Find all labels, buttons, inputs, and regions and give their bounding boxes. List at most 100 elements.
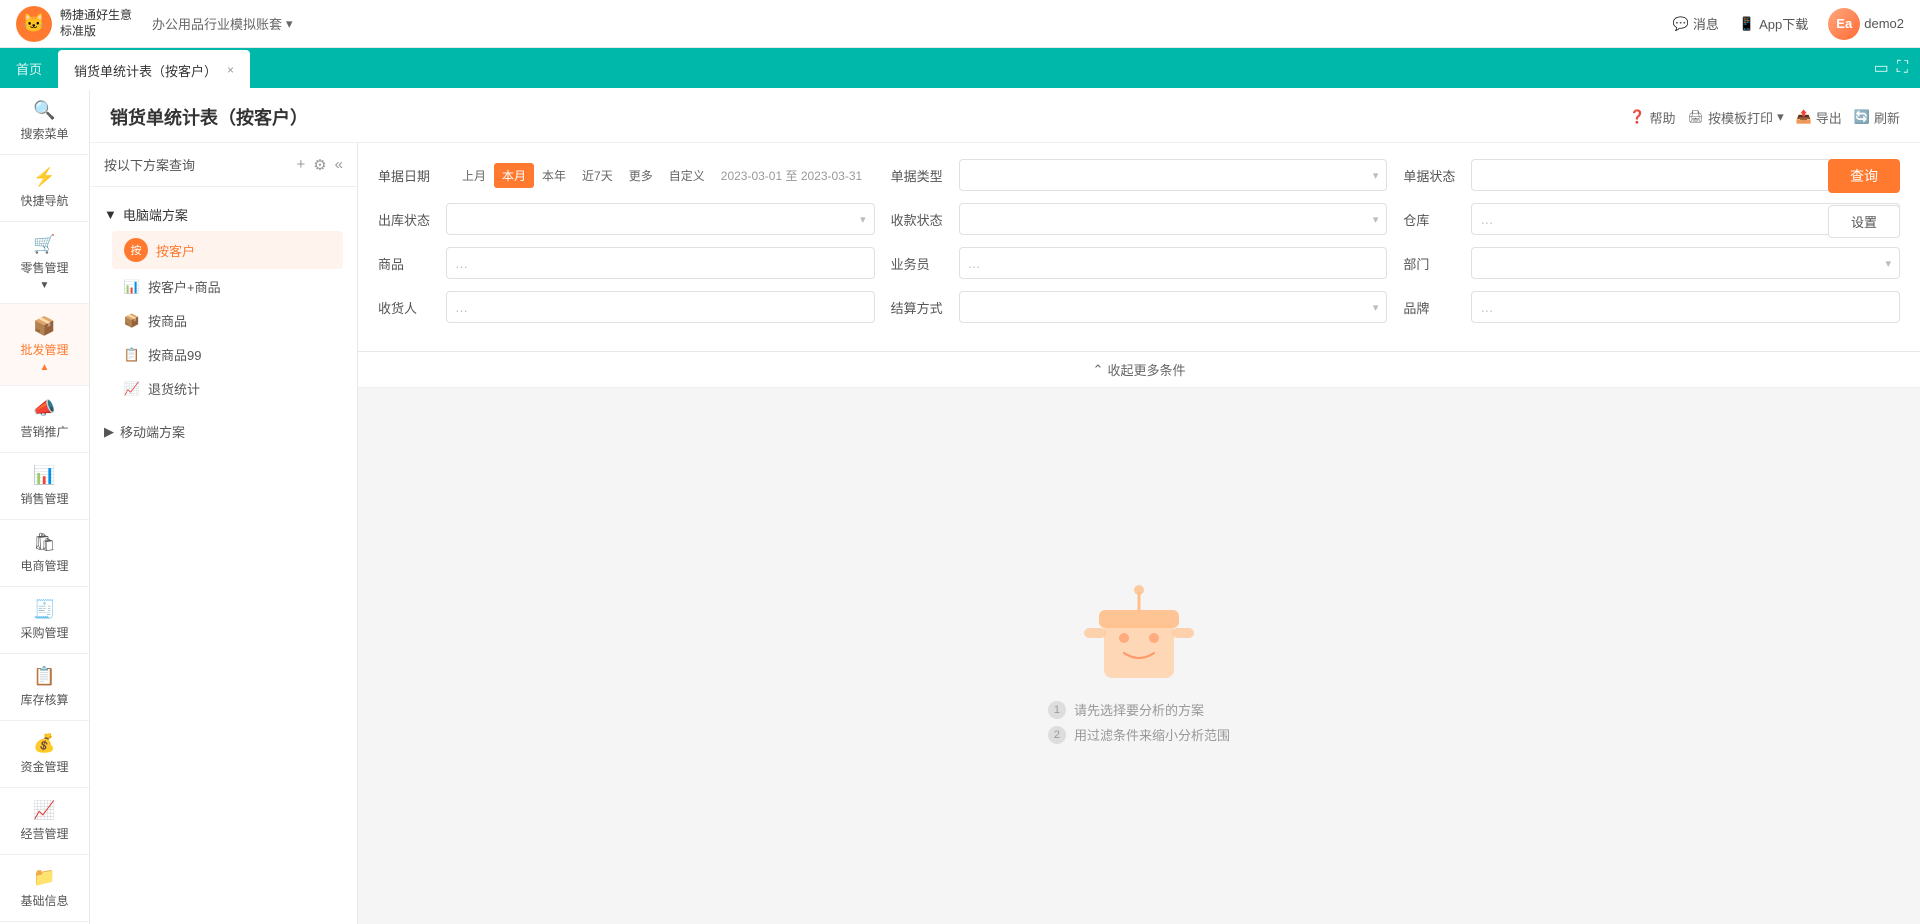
staff-select[interactable]: … [959, 247, 1388, 279]
tab-active[interactable]: 销货单统计表（按客户） × [58, 50, 250, 90]
sidebar-item-search[interactable]: 🔍 搜索菜单 [0, 88, 89, 155]
sidebar-item-operations[interactable]: 📈 经营管理 [0, 788, 89, 855]
logo-brand: 畅捷通好生意 [60, 8, 132, 24]
app-download-link[interactable]: 📱 App下载 [1739, 14, 1808, 33]
desktop-group-label: 电脑端方案 [123, 205, 188, 224]
sidebar-item-finance[interactable]: 💰 资金管理 [0, 721, 89, 788]
add-scheme-icon[interactable]: + [296, 156, 305, 173]
brand-select[interactable]: … [1471, 291, 1900, 323]
filter-header-left: 按以下方案查询 [104, 155, 195, 174]
query-button[interactable]: 查询 [1828, 159, 1900, 193]
settings-button[interactable]: 设置 [1828, 205, 1900, 238]
fullscreen-icon[interactable]: ⛶ [1897, 59, 1908, 77]
collapse-label: 收起更多条件 [1107, 360, 1185, 379]
logo-text: 畅捷通好生意 标准版 [60, 8, 132, 39]
collapse-bar[interactable]: ⌃ 收起更多条件 [358, 352, 1920, 388]
out-select[interactable]: ▾ [446, 203, 875, 235]
tab-close-icon[interactable]: × [227, 63, 234, 77]
collection-select[interactable]: ▾ [959, 203, 1388, 235]
type-select[interactable]: ▾ [959, 159, 1388, 191]
help-btn[interactable]: ❓ 帮助 [1629, 108, 1675, 127]
goods-select[interactable]: … [446, 247, 875, 279]
filter-section-desktop: ▼ 电脑端方案 按 按客户 📊 [90, 187, 357, 461]
sidebar-label-ecommerce: 电商管理 [20, 557, 68, 574]
quicknav-icon: ⚡ [33, 167, 55, 188]
mobile-group-arrow-icon: ▶ [104, 424, 114, 440]
minimize-icon[interactable]: ▭ [1874, 58, 1889, 78]
filter-item-return-stats[interactable]: 📈 退货统计 [112, 372, 343, 405]
receiver-select[interactable]: … [446, 291, 875, 323]
date-tab-last-month[interactable]: 上月 [454, 163, 494, 188]
form-field-status: 单据状态 ▾ [1403, 159, 1900, 191]
by-goods-icon: 📦 [124, 313, 140, 329]
topbar: 🐱 畅捷通好生意 标准版 办公用品行业模拟账套 ▾ 💬 消息 📱 App下载 E… [0, 0, 1920, 48]
scheme-settings-icon[interactable]: ⚙ [313, 156, 326, 174]
user-area[interactable]: Ea demo2 [1828, 8, 1904, 40]
help-label: 帮助 [1650, 108, 1676, 127]
mobile-group-title[interactable]: ▶ 移动端方案 [104, 416, 343, 447]
date-tab-more[interactable]: 更多 [621, 163, 661, 188]
logo-icon: 🐱 [16, 6, 52, 42]
tab-home[interactable]: 首页 [0, 48, 58, 88]
receiver-placeholder: … [455, 300, 468, 315]
filter-item-by-customer-goods[interactable]: 📊 按客户+商品 [112, 270, 343, 303]
logo-edition: 标准版 [60, 24, 132, 40]
form-field-warehouse: 仓库 … [1403, 203, 1900, 235]
date-label: 单据日期 [378, 166, 446, 185]
collapse-panel-icon[interactable]: « [335, 156, 343, 173]
dept-select[interactable]: ▾ [1471, 247, 1900, 279]
sidebar-item-marketing[interactable]: 📣 营销推广 [0, 386, 89, 453]
operations-icon: 📈 [33, 800, 55, 821]
download-icon: 📱 [1739, 16, 1755, 32]
refresh-btn[interactable]: 🔄 刷新 [1854, 108, 1900, 127]
sidebar-item-quicknav[interactable]: ⚡ 快捷导航 [0, 155, 89, 222]
chevron-down-icon: ▾ [286, 16, 293, 32]
date-tab-this-month[interactable]: 本月 [494, 163, 534, 188]
sidebar-item-ecommerce[interactable]: 🛍 电商管理 [0, 520, 89, 587]
sidebar-item-wholesale[interactable]: 📦 批发管理 ▲ [0, 304, 89, 386]
dept-chevron-icon: ▾ [1885, 257, 1891, 270]
filter-item-by-customer-label: 按客户 [156, 241, 195, 260]
type-chevron-icon: ▾ [1373, 169, 1379, 182]
page-header: 销货单统计表（按客户） ❓ 帮助 🖨 按模板打印 ▾ 📤 导出 🔄 刷新 [90, 88, 1920, 143]
sidebar-item-retail[interactable]: 🛒 零售管理 ▼ [0, 222, 89, 304]
user-avatar: Ea [1828, 8, 1860, 40]
filter-item-by-goods99[interactable]: 📋 按商品99 [112, 338, 343, 371]
empty-illustration [1079, 568, 1199, 688]
date-tab-this-year[interactable]: 本年 [534, 163, 574, 188]
filter-item-by-goods[interactable]: 📦 按商品 [112, 304, 343, 337]
app-selector[interactable]: 办公用品行业模拟账套 ▾ [144, 10, 301, 37]
warehouse-placeholder: … [1480, 212, 1493, 227]
empty-state: 1 请先选择要分析的方案 2 用过滤条件来缩小分析范围 [358, 388, 1920, 924]
sidebar-label-quicknav: 快捷导航 [20, 192, 68, 209]
sidebar-item-purchase[interactable]: 🧾 采购管理 [0, 587, 89, 654]
date-tab-7days[interactable]: 近7天 [574, 163, 621, 188]
sidebar-item-sales[interactable]: 📊 销售管理 [0, 453, 89, 520]
sidebar-label-operations: 经营管理 [20, 825, 68, 842]
sidebar-item-inventory[interactable]: 📋 库存核算 [0, 654, 89, 721]
sidebar-item-basic[interactable]: 📁 基础信息 [0, 855, 89, 922]
collection-label: 收款状态 [891, 210, 959, 229]
refresh-icon: 🔄 [1854, 109, 1870, 125]
message-link[interactable]: 💬 消息 [1673, 14, 1719, 33]
by-goods99-icon: 📋 [124, 347, 140, 363]
filter-header-title: 按以下方案查询 [104, 155, 195, 174]
form-row-3: 商品 … 业务员 … 部门 [378, 247, 1900, 279]
main-layout: 🔍 搜索菜单 ⚡ 快捷导航 🛒 零售管理 ▼ 📦 批发管理 ▲ 📣 营销推广 📊… [0, 88, 1920, 924]
export-btn[interactable]: 📤 导出 [1796, 108, 1842, 127]
dept-label: 部门 [1403, 254, 1471, 273]
payment-select[interactable]: ▾ [959, 291, 1388, 323]
date-tab-custom[interactable]: 自定义 [661, 163, 713, 188]
search-form: 单据日期 上月 本月 本年 近7天 更多 自定义 20 [358, 143, 1920, 352]
desktop-group-title[interactable]: ▼ 电脑端方案 [104, 199, 343, 230]
finance-icon: 💰 [33, 733, 55, 754]
date-tabs: 上月 本月 本年 近7天 更多 自定义 [454, 163, 713, 188]
staff-placeholder: … [968, 256, 981, 271]
filter-sub-group: 按 按客户 📊 按客户+商品 📦 按商品 [104, 231, 343, 405]
template-print-btn[interactable]: 🖨 按模板打印 ▾ [1688, 108, 1784, 127]
print-icon: 🖨 [1688, 109, 1705, 125]
empty-hint-item-1: 1 请先选择要分析的方案 [1048, 700, 1204, 719]
filter-item-by-customer[interactable]: 按 按客户 [112, 231, 343, 269]
filter-header: 按以下方案查询 + ⚙ « [90, 143, 357, 187]
empty-hint-item-2: 2 用过滤条件来缩小分析范围 [1048, 725, 1230, 744]
